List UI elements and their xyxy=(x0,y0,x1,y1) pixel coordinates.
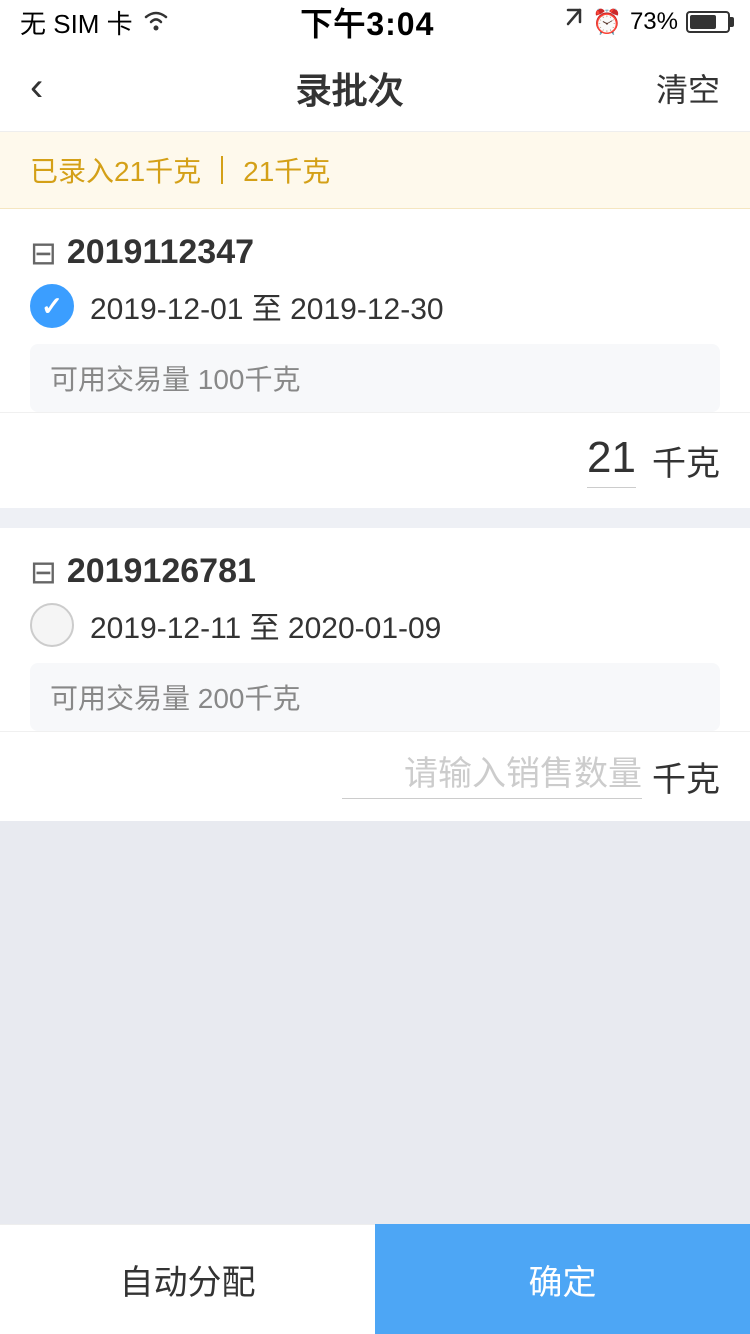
info-divider xyxy=(221,156,223,184)
batch-card-2: ⊟ 2019126781 2019-12-11 至 2020-01-09 可用交… xyxy=(0,528,750,821)
batch1-quantity: 21 xyxy=(587,433,636,488)
location-icon xyxy=(564,8,584,37)
wifi-icon xyxy=(141,7,171,38)
battery-percentage: 73% xyxy=(630,8,678,36)
auto-distribute-button[interactable]: 自动分配 xyxy=(0,1224,375,1334)
quantity-input[interactable] xyxy=(342,755,642,799)
gray-area xyxy=(0,821,750,1241)
batch2-date-row[interactable]: 2019-12-11 至 2020-01-09 xyxy=(30,603,720,647)
batch2-id: 2019126781 xyxy=(67,552,256,591)
info-bar: 已录入21千克 21千克 xyxy=(0,132,750,209)
status-bar: 无 SIM 卡 下午3:04 ⏰ 73% xyxy=(0,0,750,44)
status-left: 无 SIM 卡 xyxy=(20,4,171,41)
doc-icon-2: ⊟ xyxy=(30,553,57,591)
batch1-header: ⊟ 2019112347 xyxy=(30,233,720,272)
batch1-date-row[interactable]: 2019-12-01 至 2019-12-30 xyxy=(30,284,720,328)
batch1-available: 可用交易量 100千克 xyxy=(50,364,301,395)
page-title: 录批次 xyxy=(296,62,404,114)
batch2-unit: 千克 xyxy=(652,752,720,801)
bottom-bar: 自动分配 确定 xyxy=(0,1224,750,1334)
section-separator-1 xyxy=(0,508,750,528)
batch1-radio[interactable] xyxy=(30,284,74,328)
status-right: ⏰ 73% xyxy=(564,8,730,37)
clear-button[interactable]: 清空 xyxy=(656,65,720,111)
status-time: 下午3:04 xyxy=(300,0,434,45)
batch1-available-row: 可用交易量 100千克 xyxy=(30,344,720,412)
recorded-label: 已录入21千克 xyxy=(30,150,201,190)
batch2-input-row: 千克 xyxy=(0,731,750,821)
doc-icon-1: ⊟ xyxy=(30,234,57,272)
batch2-available: 可用交易量 200千克 xyxy=(50,683,301,714)
confirm-button[interactable]: 确定 xyxy=(375,1224,750,1334)
batch-card-1: ⊟ 2019112347 2019-12-01 至 2019-12-30 可用交… xyxy=(0,209,750,508)
batch2-date: 2019-12-11 至 2020-01-09 xyxy=(90,603,441,647)
info-value: 21千克 xyxy=(243,150,330,190)
batch1-unit: 千克 xyxy=(652,436,720,485)
batch1-id: 2019112347 xyxy=(67,233,254,272)
back-button[interactable]: ‹ xyxy=(30,65,43,110)
alarm-icon: ⏰ xyxy=(592,8,622,37)
battery-icon xyxy=(686,11,730,33)
batch2-available-row: 可用交易量 200千克 xyxy=(30,663,720,731)
batch1-qty-row: 21 千克 xyxy=(0,412,750,508)
batch1-date: 2019-12-01 至 2019-12-30 xyxy=(90,284,444,328)
batch2-header: ⊟ 2019126781 xyxy=(30,552,720,591)
batch2-radio[interactable] xyxy=(30,603,74,647)
nav-bar: ‹ 录批次 清空 xyxy=(0,44,750,132)
carrier-text: 无 SIM 卡 xyxy=(20,4,133,41)
main-content: 已录入21千克 21千克 ⊟ 2019112347 2019-12-01 至 2… xyxy=(0,132,750,1241)
